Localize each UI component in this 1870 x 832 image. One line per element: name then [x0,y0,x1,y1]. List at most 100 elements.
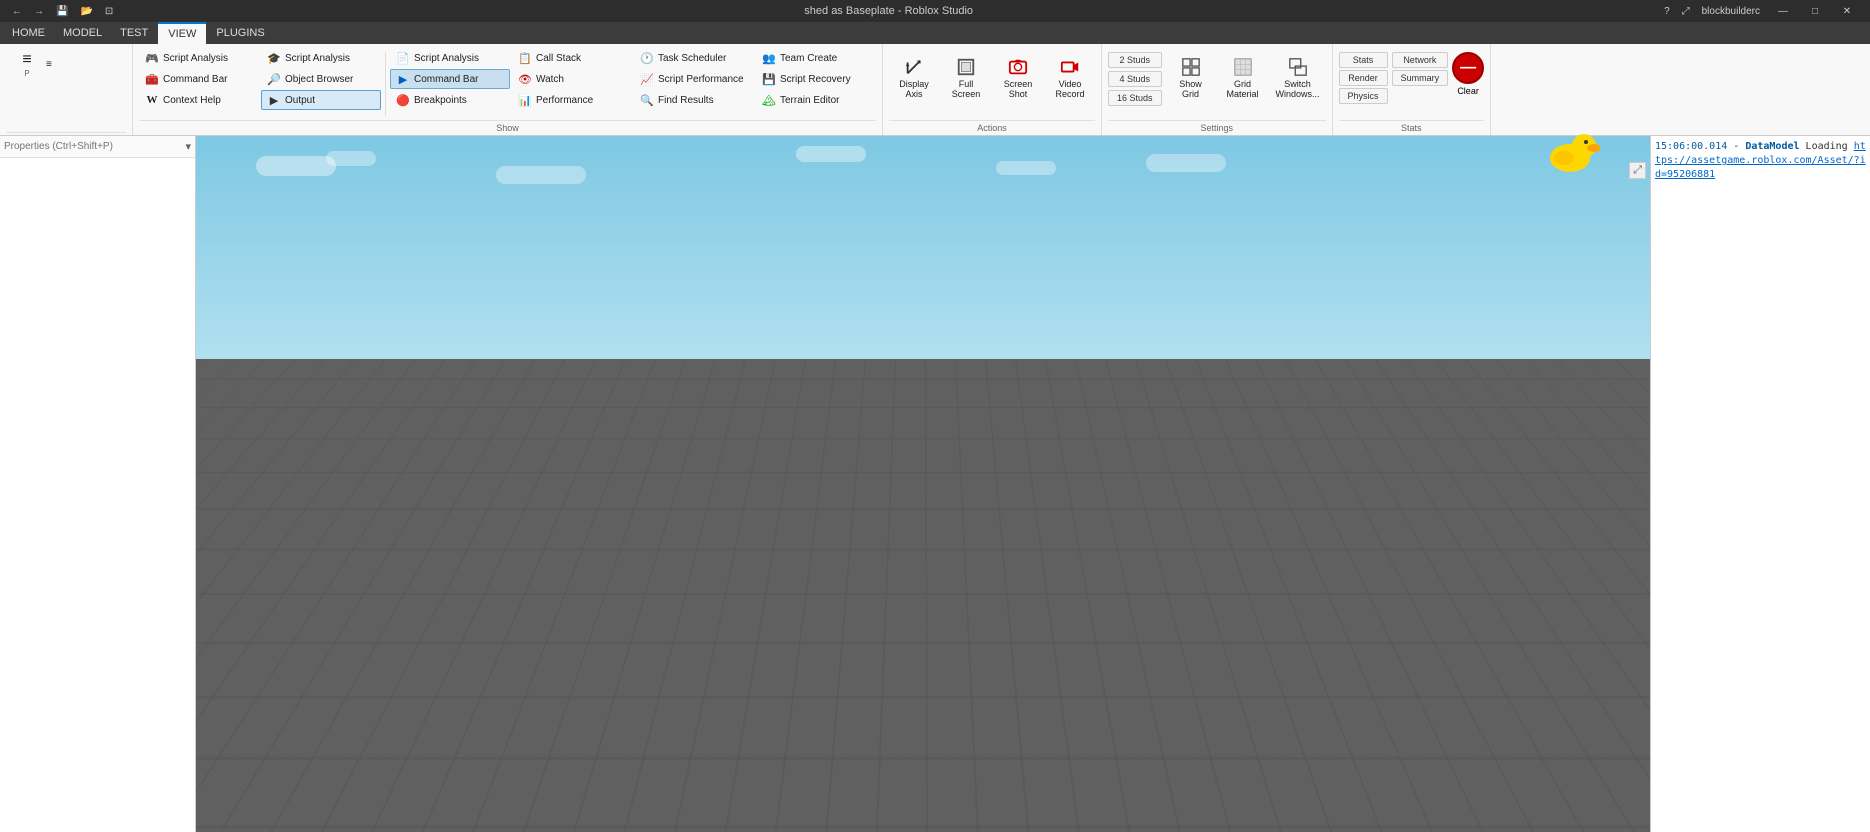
network-btn[interactable]: Network [1392,52,1449,68]
3d-viewport[interactable]: ⤢ [196,136,1650,832]
cloud-4 [796,146,866,162]
properties-search-input[interactable] [4,141,185,152]
command-bar-icon: ▶ [396,72,410,86]
toolbox-btn[interactable]: 🧰 Command Bar [139,69,259,89]
display-axis-btn[interactable]: DisplayAxis [889,48,939,108]
settings-section-label: Settings [1108,120,1326,133]
properties-content [0,158,195,832]
sep1 [385,52,386,116]
game-explorer-btn[interactable]: 🎮 Script Analysis [139,48,259,68]
tutorials-btn[interactable]: 🎓 Script Analysis [261,48,381,68]
command-bar-btn[interactable]: ▶ Command Bar [390,69,510,89]
menu-bar: HOME MODEL TEST VIEW PLUGINS [0,22,1870,44]
window-controls: — □ ✕ [1768,2,1862,20]
maximize-btn[interactable]: □ [1800,2,1830,20]
menu-view[interactable]: VIEW [158,22,206,44]
call-stack-btn[interactable]: 📋 Call Stack [512,48,632,68]
open-btn[interactable]: 📂 [76,4,96,19]
terrain-editor-icon: 🏔 [762,93,776,107]
menu-model[interactable]: MODEL [55,25,110,41]
screen-shot-icon [1008,57,1028,77]
main-viewport-area: Baseplate ✕ ⤢ [196,114,1650,832]
physics-btn[interactable]: Physics [1339,88,1388,104]
team-create-icon: 👥 [762,51,776,65]
script-recovery-icon: 💾 [762,72,776,86]
script-recovery-btn[interactable]: 💾 Script Recovery [756,69,876,89]
task-scheduler-btn[interactable]: 🕐 Task Scheduler [634,48,754,68]
context-help-icon: W [145,93,159,107]
find-results-icon: 🔍 [640,93,654,107]
save-btn[interactable]: 💾 [52,4,72,19]
log-timestamp: 15:06:00.014 [1655,141,1727,152]
grid-material-btn[interactable]: GridMaterial [1218,48,1268,108]
log-separator: - [1733,141,1745,152]
stats-btn[interactable]: Stats [1339,52,1388,68]
summary-btn[interactable]: Summary [1392,70,1449,86]
show-grid-btn[interactable]: ShowGrid [1166,48,1216,108]
share-icon[interactable]: ⤢ [1678,4,1694,19]
duck-cursor [1540,120,1600,180]
cloud-5 [996,161,1056,175]
full-screen-btn[interactable]: FullScreen [941,48,991,108]
object-browser-icon: 🔎 [267,72,281,86]
video-record-btn[interactable]: VideoRecord [1045,48,1095,108]
video-record-icon [1060,57,1080,77]
script-analysis-btn[interactable]: 📄 Script Analysis [390,48,510,68]
search-dropdown-icon[interactable]: ▾ [185,140,191,153]
output-content: 15:06:00.014 - DataModel Loading https:/… [1651,136,1870,832]
toolbox-icon: 🧰 [145,72,159,86]
object-browser-btn[interactable]: 🔎 Object Browser [261,69,381,89]
output-log-entry-0: 15:06:00.014 - DataModel Loading https:/… [1655,140,1866,182]
cloud-2 [326,151,376,166]
select-btn[interactable]: ⊡ [101,4,117,19]
script-performance-btn[interactable]: 📈 Script Performance [634,69,754,89]
minimize-btn[interactable]: — [1768,2,1798,20]
screen-shot-btn[interactable]: ScreenShot [993,48,1043,108]
baseplate-mesh [196,359,1650,832]
grid-material-icon [1233,57,1253,77]
viewport-expand-btn[interactable]: ⤢ [1629,162,1646,179]
performance-btn[interactable]: 📊 Performance [512,90,632,110]
ribbon-panel-toggles: ≡ P ≡ [0,44,133,135]
properties-search-bar[interactable]: ▾ [0,136,195,158]
user-name: blockbuilderc [1698,4,1764,19]
team-create-btn[interactable]: 👥 Team Create [756,48,876,68]
clear-btn[interactable]: — [1452,52,1484,84]
script-analysis-icon: 📄 [396,51,410,65]
output-btn[interactable]: ▶ Output [261,90,381,110]
forward-btn[interactable]: → [30,4,48,19]
breakpoints-icon: 🔴 [396,93,410,107]
watch-icon: 👁 [518,72,532,86]
script-performance-icon: 📈 [640,72,654,86]
ribbon-section-label [6,132,126,135]
16-studs-btn[interactable]: 16 Studs [1108,90,1162,106]
show-section-label: Show [139,120,876,133]
performance-icon: 📊 [518,93,532,107]
help-icon[interactable]: ? [1660,4,1674,19]
baseplate-grid [196,359,1650,832]
switch-windows-icon [1288,57,1308,77]
context-help-btn[interactable]: W Context Help [139,90,259,110]
show-grid-icon [1181,57,1201,77]
terrain-editor-btn[interactable]: 🏔 Terrain Editor [756,90,876,110]
actions-section-label: Actions [889,120,1095,133]
menu-home[interactable]: HOME [4,25,53,41]
clear-label: Clear [1457,86,1479,96]
ribbon-settings-section: 2 Studs 4 Studs 16 Studs ShowGrid [1102,44,1333,135]
display-axis-icon [904,57,924,77]
call-stack-icon: 📋 [518,51,532,65]
back-btn[interactable]: ← [8,4,26,19]
properties-toggle-btn[interactable]: ≡ P ≡ [6,48,126,81]
2-studs-btn[interactable]: 2 Studs [1108,52,1162,68]
ribbon-show-section: 🎮 Script Analysis 🧰 Command Bar W Contex… [133,44,883,135]
menu-plugins[interactable]: PLUGINS [208,25,272,41]
find-results-btn[interactable]: 🔍 Find Results [634,90,754,110]
menu-test[interactable]: TEST [112,25,156,41]
stats-section-label: Stats [1339,120,1485,133]
close-btn[interactable]: ✕ [1832,2,1862,20]
watch-btn[interactable]: 👁 Watch [512,69,632,89]
switch-windows-btn[interactable]: SwitchWindows... [1270,48,1326,108]
breakpoints-btn[interactable]: 🔴 Breakpoints [390,90,510,110]
render-btn[interactable]: Render [1339,70,1388,86]
4-studs-btn[interactable]: 4 Studs [1108,71,1162,87]
